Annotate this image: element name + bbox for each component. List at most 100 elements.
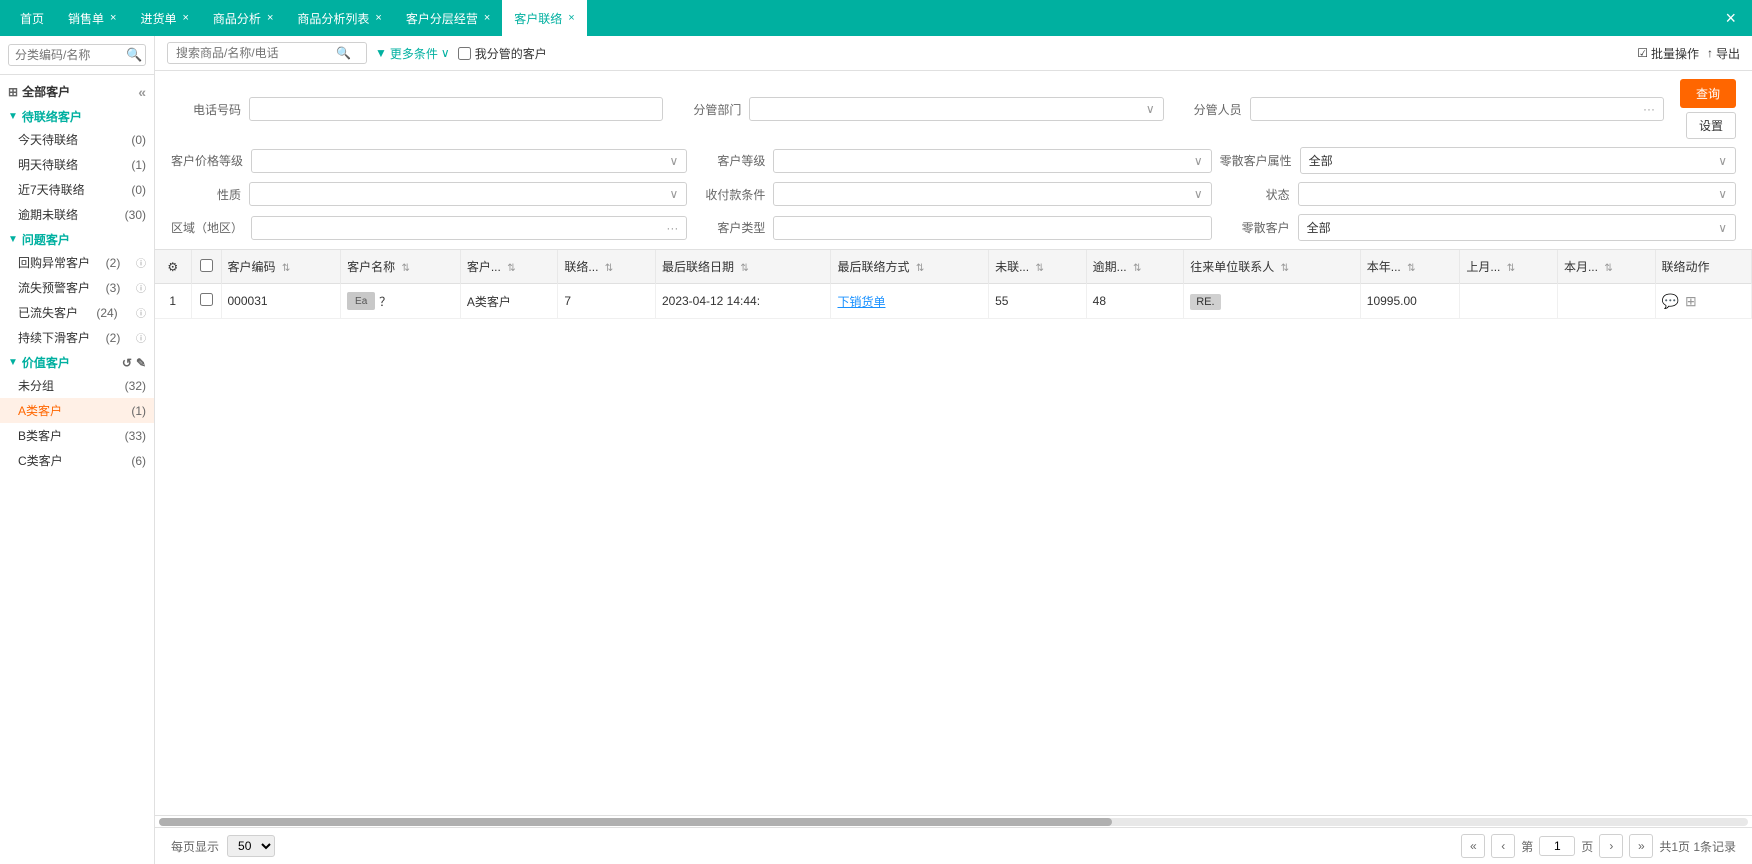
sidebar-item-declining[interactable]: 持续下滑客户 (2) ⓘ [0, 325, 154, 350]
first-page-button[interactable]: « [1461, 834, 1485, 858]
sort-icon9[interactable]: ⇅ [1281, 263, 1289, 274]
customer-level-select[interactable]: ∨ [773, 149, 1211, 173]
sidebar-item-class-b[interactable]: B类客户 (33) [0, 423, 154, 448]
status-field: 状态 ∨ [1220, 182, 1736, 206]
top-navigation: 首页 销售单 × 进货单 × 商品分析 × 商品分析列表 × 客户分层经营 × … [0, 0, 1752, 36]
section-value-customers[interactable]: ▼ 价值客户 ↺ ✎ [0, 350, 154, 373]
price-level-select[interactable]: ∨ [251, 149, 687, 173]
payment-select[interactable]: ∨ [773, 182, 1211, 206]
all-customers-label: 全部客户 [22, 83, 70, 100]
horizontal-scrollbar[interactable] [155, 815, 1752, 827]
row-customer-type: A类客户 [460, 284, 558, 319]
per-page-select[interactable]: 50 [227, 835, 275, 857]
filter-row-2: 客户价格等级 ∨ 客户等级 ∨ [171, 147, 1736, 174]
sort-icon7[interactable]: ⇅ [1035, 263, 1043, 274]
sidebar-item-churn-warning[interactable]: 流失预警客户 (3) ⓘ [0, 275, 154, 300]
sidebar-item-repurchase-abnormal[interactable]: 回购异常客户 (2) ⓘ [0, 250, 154, 275]
sort-icon4[interactable]: ⇅ [605, 263, 613, 274]
close-product-analysis-tab[interactable]: × [267, 12, 273, 24]
message-action-icon[interactable]: 💬 [1662, 293, 1679, 310]
sidebar-item-today-contact[interactable]: 今天待联络 (0) [0, 127, 154, 152]
retail-attr-select[interactable]: 全部 ∨ [1300, 147, 1736, 174]
sidebar-item-unclassified[interactable]: 未分组 (32) [0, 373, 154, 398]
window-close-button[interactable]: × [1717, 8, 1744, 29]
name-badge: Ea [347, 292, 375, 310]
col-overdue: 逾期... ⇅ [1086, 250, 1184, 284]
chevron-down-icon9: ∨ [1718, 221, 1727, 235]
sort-icon11[interactable]: ⇅ [1507, 263, 1515, 274]
row-overdue: 48 [1086, 284, 1184, 319]
more-conditions-button[interactable]: ▼ 更多条件 ∨ [375, 45, 450, 62]
qr-action-icon[interactable]: ⊞ [1685, 293, 1697, 310]
next-page-button[interactable]: › [1599, 834, 1623, 858]
section-problem-customers[interactable]: ▼ 问题客户 [0, 227, 154, 250]
nature-select[interactable]: ∨ [249, 182, 687, 206]
batch-operation-button[interactable]: ☑ 批量操作 [1637, 45, 1699, 62]
manager-field: 分管人员 ··· [1172, 97, 1664, 121]
sort-icon2[interactable]: ⇅ [402, 263, 410, 274]
sidebar-item-class-c[interactable]: C类客户 (6) [0, 448, 154, 473]
page-number-input[interactable] [1539, 836, 1575, 856]
row-checkbox[interactable] [200, 293, 213, 306]
customer-type-input[interactable] [773, 216, 1211, 240]
sort-icon3[interactable]: ⇅ [507, 263, 515, 274]
nav-purchase[interactable]: 进货单 × [128, 0, 200, 36]
search-icon: 🔍 [336, 46, 351, 60]
col-settings[interactable]: ⚙ [155, 250, 191, 284]
edit-icon[interactable]: ✎ [136, 356, 146, 370]
nav-sales[interactable]: 销售单 × [56, 0, 128, 36]
manager-input[interactable]: ··· [1250, 97, 1664, 121]
sidebar-item-churned[interactable]: 已流失客户 (24) ⓘ [0, 300, 154, 325]
search-input[interactable] [176, 46, 336, 60]
phone-input[interactable] [249, 97, 663, 121]
sidebar-collapse-icon[interactable]: « [138, 84, 146, 100]
nav-product-analysis[interactable]: 商品分析 × [201, 0, 285, 36]
sort-icon12[interactable]: ⇅ [1604, 263, 1612, 274]
nav-customer-segment[interactable]: 客户分层经营 × [394, 0, 502, 36]
sidebar-item-tomorrow-contact[interactable]: 明天待联络 (1) [0, 152, 154, 177]
info-icon4: ⓘ [136, 330, 146, 345]
search-button[interactable]: 查询 [1680, 79, 1736, 108]
settings-button[interactable]: 设置 [1686, 112, 1736, 139]
last-page-button[interactable]: » [1629, 834, 1653, 858]
prev-page-button[interactable]: ‹ [1491, 834, 1515, 858]
nav-customer-contact[interactable]: 客户联络 × [502, 0, 586, 36]
close-sales-tab[interactable]: × [110, 12, 116, 24]
content-area: 🔍 ▼ 更多条件 ∨ 我分管的客户 ☑ 批量操作 ↑ 导出 [155, 36, 1752, 864]
col-person-label: 往来单位联系人 [1190, 260, 1274, 274]
refresh-icon[interactable]: ↺ [122, 356, 132, 370]
status-select[interactable]: ∨ [1298, 182, 1736, 206]
sidebar-search-icon: 🔍 [126, 47, 142, 63]
row-name: Ea ？ [341, 284, 461, 319]
close-purchase-tab[interactable]: × [182, 12, 188, 24]
region-select[interactable]: ··· [251, 216, 687, 240]
filter-row-1: 电话号码 分管部门 ∨ 分管人员 [171, 79, 1736, 139]
close-customer-contact-tab[interactable]: × [568, 12, 574, 24]
retail-customer-select[interactable]: 全部 ∨ [1298, 214, 1736, 241]
payment-field: 收付款条件 ∨ [695, 182, 1211, 206]
row-last-contact-date: 2023-04-12 14:44: [655, 284, 831, 319]
sort-icon8[interactable]: ⇅ [1133, 263, 1141, 274]
section-pending-contact[interactable]: ▼ 待联络客户 [0, 104, 154, 127]
select-all-checkbox[interactable] [200, 259, 213, 272]
pagination-left: 每页显示 50 [171, 835, 275, 857]
main-layout: 🔍 ⊞ 全部客户 « ▼ 待联络客户 今天待联络 (0) 明天待联络 (1) 近… [0, 36, 1752, 864]
sort-icon5[interactable]: ⇅ [740, 263, 748, 274]
department-select[interactable]: ∨ [749, 97, 1163, 121]
close-product-list-tab[interactable]: × [375, 12, 381, 24]
nav-product-list[interactable]: 商品分析列表 × [285, 0, 393, 36]
sort-icon[interactable]: ⇅ [282, 263, 290, 274]
export-button[interactable]: ↑ 导出 [1707, 45, 1740, 62]
dots-icon: ··· [1643, 102, 1655, 116]
sidebar-item-7day-contact[interactable]: 近7天待联络 (0) [0, 177, 154, 202]
contact-method-link[interactable]: 下销货单 [837, 295, 885, 309]
nav-home[interactable]: 首页 [8, 0, 56, 36]
sidebar-item-overdue-contact[interactable]: 逾期未联络 (30) [0, 202, 154, 227]
col-contact-label: 联络... [564, 260, 598, 274]
sort-icon6[interactable]: ⇅ [916, 263, 924, 274]
sidebar-item-class-a[interactable]: A类客户 (1) [0, 398, 154, 423]
sort-icon10[interactable]: ⇅ [1407, 263, 1415, 274]
close-customer-segment-tab[interactable]: × [484, 12, 490, 24]
chevron-down-icon5: ∨ [1718, 154, 1727, 168]
my-customers-checkbox[interactable] [458, 47, 471, 60]
